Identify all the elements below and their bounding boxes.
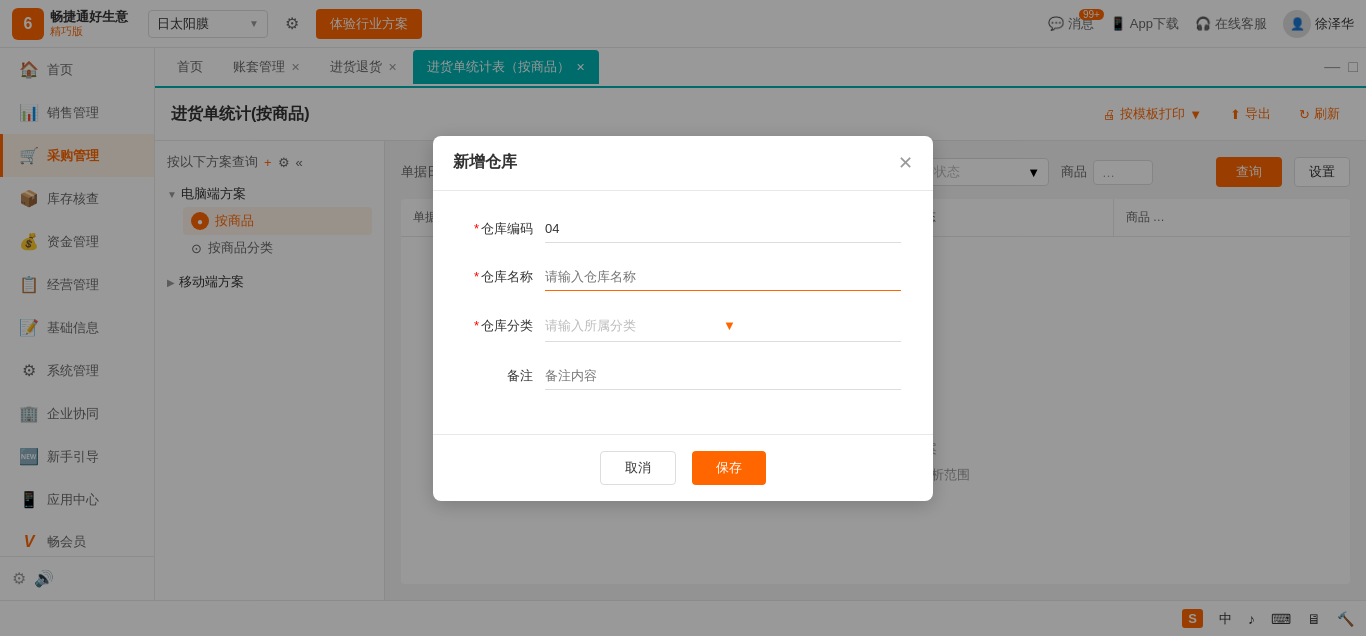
warehouse-name-input[interactable] <box>545 263 901 291</box>
modal-close-button[interactable]: ✕ <box>898 152 913 174</box>
warehouse-code-label: *仓库编码 <box>465 220 545 238</box>
modal-footer: 取消 保存 <box>433 434 933 501</box>
form-row-warehouse-category: *仓库分类 请输入所属分类 ▼ <box>465 311 901 342</box>
modal-body: *仓库编码 *仓库名称 *仓库分类 请输入所属分类 ▼ <box>433 191 933 434</box>
remark-input[interactable] <box>545 362 901 390</box>
form-row-warehouse-name: *仓库名称 <box>465 263 901 291</box>
required-mark-category: * <box>474 318 479 333</box>
category-dropdown-arrow: ▼ <box>723 318 901 333</box>
form-row-remark: 备注 <box>465 362 901 390</box>
warehouse-category-placeholder: 请输入所属分类 <box>545 317 723 335</box>
required-mark-name: * <box>474 269 479 284</box>
remark-label: 备注 <box>465 367 545 385</box>
required-mark-code: * <box>474 221 479 236</box>
warehouse-name-label: *仓库名称 <box>465 268 545 286</box>
warehouse-category-label: *仓库分类 <box>465 317 545 335</box>
form-row-warehouse-code: *仓库编码 <box>465 215 901 243</box>
add-warehouse-modal: 新增仓库 ✕ *仓库编码 *仓库名称 *仓库分类 <box>433 136 933 501</box>
warehouse-code-input[interactable] <box>545 215 901 243</box>
cancel-button[interactable]: 取消 <box>600 451 676 485</box>
modal-title: 新增仓库 <box>453 152 898 173</box>
warehouse-category-select[interactable]: 请输入所属分类 ▼ <box>545 311 901 342</box>
modal-overlay: 新增仓库 ✕ *仓库编码 *仓库名称 *仓库分类 <box>0 0 1366 636</box>
save-button[interactable]: 保存 <box>692 451 766 485</box>
modal-header: 新增仓库 ✕ <box>433 136 933 191</box>
